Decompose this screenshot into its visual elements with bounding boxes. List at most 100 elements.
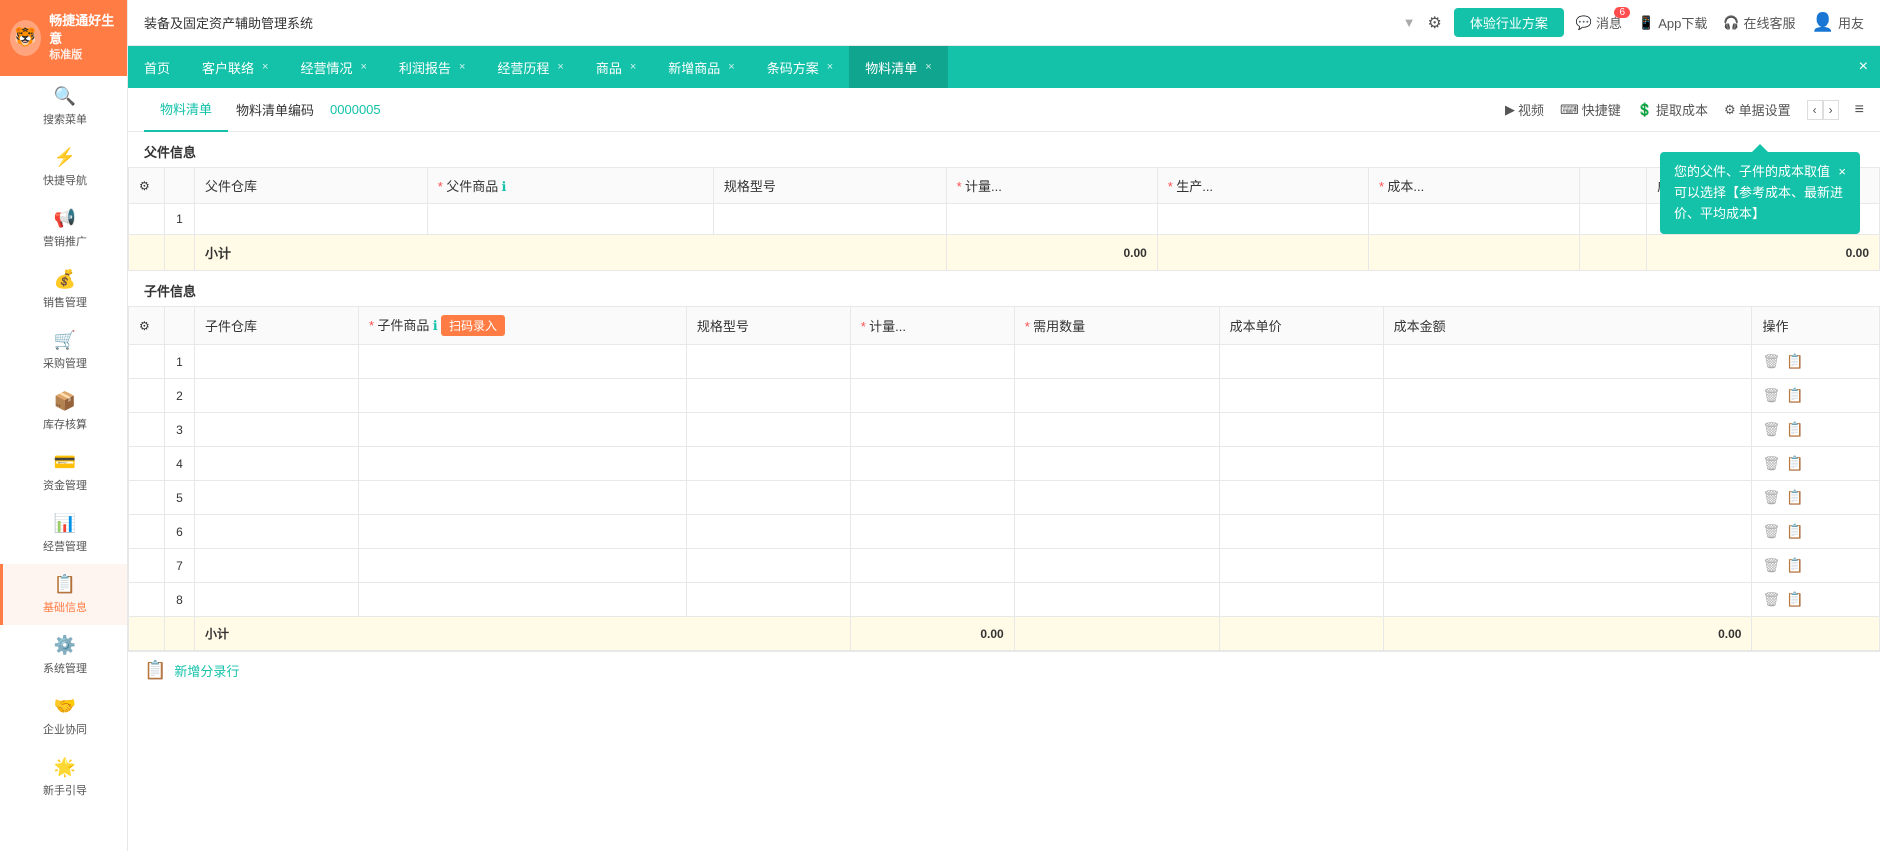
view-action-btn[interactable]: ▶ 视频 [1505,100,1544,119]
sidebar-item-operation[interactable]: 📊 经营管理 [0,503,127,564]
child-row-spec[interactable] [686,345,850,379]
tab-customer[interactable]: 客户联络 × [186,46,284,88]
sidebar-item-sales[interactable]: 💰 销售管理 [0,259,127,320]
tab-close-profit[interactable]: × [459,61,465,73]
child-row-qty[interactable] [1014,345,1219,379]
online-service-btn[interactable]: 🎧 在线客服 [1723,13,1795,32]
child-row-unit[interactable] [850,583,1014,617]
child-row-spec[interactable] [686,379,850,413]
single-settings-btn[interactable]: ⚙ 单据设置 [1724,100,1791,119]
child-row-qty[interactable] [1014,515,1219,549]
tab-products[interactable]: 商品 × [580,46,652,88]
child-row-unit[interactable] [850,447,1014,481]
parent-row-production[interactable] [1157,204,1368,235]
parent-row-warehouse[interactable] [195,204,428,235]
tooltip-close-btn[interactable]: × [1838,162,1846,183]
child-row-product[interactable] [358,481,686,515]
child-row-unitcost[interactable] [1219,447,1383,481]
child-row-qty[interactable] [1014,379,1219,413]
tab-profit-report[interactable]: 利润报告 × [383,46,481,88]
child-row-unit[interactable] [850,413,1014,447]
add-row-icon[interactable]: 📋 [144,660,166,681]
settings-icon[interactable]: ⚙ [1427,13,1441,33]
parent-row-spec[interactable] [713,204,946,235]
child-row-unit[interactable] [850,379,1014,413]
next-arrow-btn[interactable]: › [1823,100,1839,120]
sidebar-item-guide[interactable]: 🌟 新手引导 [0,747,127,808]
child-row-unit[interactable] [850,481,1014,515]
child-row-spec[interactable] [686,481,850,515]
child-row-qty[interactable] [1014,447,1219,481]
tab-close-addproduct[interactable]: × [728,61,734,73]
close-all-tabs-btn[interactable]: × [1847,58,1880,76]
delete-icon[interactable]: 🗑 [1762,523,1780,540]
child-row-product[interactable] [358,379,686,413]
add-row-label[interactable]: 新增分录行 [174,661,239,680]
menu-icon[interactable]: ≡ [1855,101,1864,119]
child-row-unitcost[interactable] [1219,413,1383,447]
delete-icon[interactable]: 🗑 [1762,489,1780,506]
tab-bom[interactable]: 物料清单 × [849,46,947,88]
tab-barcode[interactable]: 条码方案 × [751,46,849,88]
prev-arrow-btn[interactable]: ‹ [1807,100,1823,120]
child-row-spec[interactable] [686,413,850,447]
child-row-warehouse[interactable] [195,413,359,447]
sidebar-item-stock[interactable]: 📦 库存核算 [0,381,127,442]
child-row-warehouse[interactable] [195,549,359,583]
child-row-warehouse[interactable] [195,345,359,379]
delete-icon[interactable]: 🗑 [1762,387,1780,404]
sidebar-item-basicinfo[interactable]: 📋 基础信息 [0,564,127,625]
message-btn[interactable]: 💬 消息 6 [1576,13,1622,32]
tab-close-history[interactable]: × [557,61,563,73]
delete-icon[interactable]: 🗑 [1762,353,1780,370]
copy-icon[interactable]: 📋 [1786,455,1803,472]
child-row-unit[interactable] [850,515,1014,549]
child-row-warehouse[interactable] [195,583,359,617]
delete-icon[interactable]: 🗑 [1762,421,1780,438]
sidebar-item-marketing[interactable]: 📢 营销推广 [0,198,127,259]
sidebar-item-search[interactable]: 🔍 搜索菜单 [0,76,127,137]
tab-operation-history[interactable]: 经营历程 × [481,46,579,88]
tab-home[interactable]: 首页 [128,46,186,88]
child-row-warehouse[interactable] [195,481,359,515]
parent-row-product[interactable] [427,204,713,235]
delete-icon[interactable]: 🗑 [1762,591,1780,608]
copy-icon[interactable]: 📋 [1786,489,1803,506]
copy-icon[interactable]: 📋 [1786,557,1803,574]
sidebar-item-purchase[interactable]: 🛒 采购管理 [0,320,127,381]
delete-icon[interactable]: 🗑 [1762,557,1780,574]
child-row-warehouse[interactable] [195,379,359,413]
child-row-product[interactable] [358,447,686,481]
child-row-product[interactable] [358,583,686,617]
tab-close-operation[interactable]: × [360,61,366,73]
child-row-unitcost[interactable] [1219,345,1383,379]
child-row-spec[interactable] [686,515,850,549]
page-tab-bom[interactable]: 物料清单 [144,88,228,132]
sidebar-item-quicknav[interactable]: ⚡ 快捷导航 [0,137,127,198]
child-row-qty[interactable] [1014,549,1219,583]
child-row-qty[interactable] [1014,583,1219,617]
tab-close-barcode[interactable]: × [827,61,833,73]
experience-btn[interactable]: 体验行业方案 [1454,8,1564,37]
child-row-unitcost[interactable] [1219,583,1383,617]
sidebar-item-system[interactable]: ⚙️ 系统管理 [0,625,127,686]
child-row-unitcost[interactable] [1219,515,1383,549]
child-row-unitcost[interactable] [1219,481,1383,515]
child-row-unit[interactable] [850,345,1014,379]
tab-close-customer[interactable]: × [262,61,268,73]
tab-close-bom[interactable]: × [925,61,931,73]
tab-add-product[interactable]: 新增商品 × [652,46,750,88]
copy-icon[interactable]: 📋 [1786,353,1803,370]
child-row-spec[interactable] [686,447,850,481]
scan-input-btn[interactable]: 扫码录入 [441,315,505,336]
copy-icon[interactable]: 📋 [1786,523,1803,540]
child-row-spec[interactable] [686,583,850,617]
child-row-warehouse[interactable] [195,447,359,481]
child-row-product[interactable] [358,413,686,447]
child-row-warehouse[interactable] [195,515,359,549]
shortcut-action-btn[interactable]: ⌨ 快捷键 [1560,100,1621,119]
parent-row-cost[interactable] [1369,204,1580,235]
child-row-qty[interactable] [1014,413,1219,447]
child-row-product[interactable] [358,515,686,549]
copy-icon[interactable]: 📋 [1786,591,1803,608]
